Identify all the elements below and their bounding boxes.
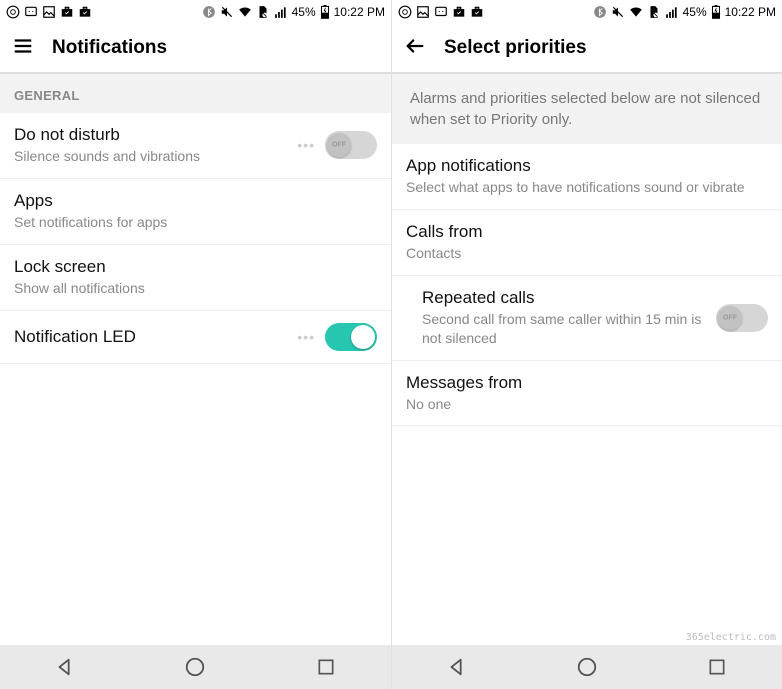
page-title: Notifications bbox=[52, 37, 167, 59]
nav-recent[interactable] bbox=[261, 657, 390, 677]
menu-icon[interactable] bbox=[12, 35, 34, 62]
item-subtitle: No one bbox=[406, 395, 760, 414]
section-general: GENERAL bbox=[0, 74, 391, 113]
nav-home[interactable] bbox=[131, 656, 260, 678]
bluetooth-icon bbox=[593, 5, 607, 19]
action-bar: Select priorities bbox=[392, 24, 782, 74]
item-title: App notifications bbox=[406, 156, 760, 176]
sync-icon bbox=[6, 5, 20, 19]
item-messages-from[interactable]: Messages from No one bbox=[392, 361, 782, 427]
item-apps[interactable]: Apps Set notifications for apps bbox=[0, 179, 391, 245]
toggle-led[interactable]: ON bbox=[325, 323, 377, 351]
nav-back[interactable] bbox=[393, 656, 522, 678]
signal-icon bbox=[665, 5, 679, 19]
clock-time: 10:22 PM bbox=[334, 5, 385, 19]
screen-notifications: 45% 10:22 PM Notifications GENERAL Do no… bbox=[0, 0, 391, 689]
mute-icon bbox=[220, 5, 234, 19]
more-icon[interactable]: ••• bbox=[297, 137, 315, 153]
item-lock-screen[interactable]: Lock screen Show all notifications bbox=[0, 245, 391, 311]
item-calls-from[interactable]: Calls from Contacts bbox=[392, 210, 782, 276]
no-sim-icon bbox=[647, 5, 661, 19]
item-repeated-calls[interactable]: Repeated calls Second call from same cal… bbox=[392, 276, 782, 361]
page-title: Select priorities bbox=[444, 37, 587, 59]
image-icon bbox=[42, 5, 56, 19]
no-sim-icon bbox=[256, 5, 270, 19]
item-subtitle: Set notifications for apps bbox=[14, 213, 369, 232]
battery-percent: 45% bbox=[292, 5, 316, 19]
briefcase-icon bbox=[452, 5, 466, 19]
item-subtitle: Silence sounds and vibrations bbox=[14, 147, 289, 166]
chat-icon bbox=[434, 5, 448, 19]
toggle-repeated-calls[interactable] bbox=[716, 304, 768, 332]
nav-back[interactable] bbox=[1, 656, 130, 678]
item-title: Apps bbox=[14, 191, 369, 211]
status-bar: 45% 10:22 PM bbox=[0, 0, 391, 24]
item-subtitle: Second call from same caller within 15 m… bbox=[422, 310, 708, 348]
briefcase-icon bbox=[78, 5, 92, 19]
item-title: Messages from bbox=[406, 373, 760, 393]
nav-home[interactable] bbox=[523, 656, 652, 678]
item-title: Do not disturb bbox=[14, 125, 289, 145]
sync-icon bbox=[398, 5, 412, 19]
nav-bar bbox=[0, 645, 391, 689]
item-title: Repeated calls bbox=[422, 288, 708, 308]
chat-icon bbox=[24, 5, 38, 19]
item-title: Calls from bbox=[406, 222, 760, 242]
action-bar: Notifications bbox=[0, 24, 391, 74]
wifi-icon bbox=[238, 5, 252, 19]
item-app-notifications[interactable]: App notifications Select what apps to ha… bbox=[392, 144, 782, 210]
briefcase-icon bbox=[60, 5, 74, 19]
wifi-icon bbox=[629, 5, 643, 19]
info-banner: Alarms and priorities selected below are… bbox=[392, 74, 782, 144]
item-subtitle: Select what apps to have notifications s… bbox=[406, 178, 760, 197]
back-arrow-icon[interactable] bbox=[404, 35, 426, 62]
item-title: Notification LED bbox=[14, 327, 289, 347]
briefcase-icon bbox=[470, 5, 484, 19]
signal-icon bbox=[274, 5, 288, 19]
item-do-not-disturb[interactable]: Do not disturb Silence sounds and vibrat… bbox=[0, 113, 391, 179]
image-icon bbox=[416, 5, 430, 19]
clock-time: 10:22 PM bbox=[725, 5, 776, 19]
toggle-dnd[interactable] bbox=[325, 131, 377, 159]
screen-select-priorities: 45% 10:22 PM Select priorities Alarms an… bbox=[391, 0, 782, 689]
bluetooth-icon bbox=[202, 5, 216, 19]
more-icon[interactable]: ••• bbox=[297, 329, 315, 345]
nav-bar bbox=[392, 645, 782, 689]
battery-percent: 45% bbox=[683, 5, 707, 19]
item-subtitle: Contacts bbox=[406, 244, 760, 263]
battery-charging-icon bbox=[320, 5, 330, 19]
item-title: Lock screen bbox=[14, 257, 369, 277]
watermark: 365electric.com bbox=[686, 632, 776, 643]
nav-recent[interactable] bbox=[653, 657, 782, 677]
battery-charging-icon bbox=[711, 5, 721, 19]
item-subtitle: Show all notifications bbox=[14, 279, 369, 298]
item-notification-led[interactable]: Notification LED ••• ON bbox=[0, 311, 391, 364]
status-bar: 45% 10:22 PM bbox=[392, 0, 782, 24]
mute-icon bbox=[611, 5, 625, 19]
